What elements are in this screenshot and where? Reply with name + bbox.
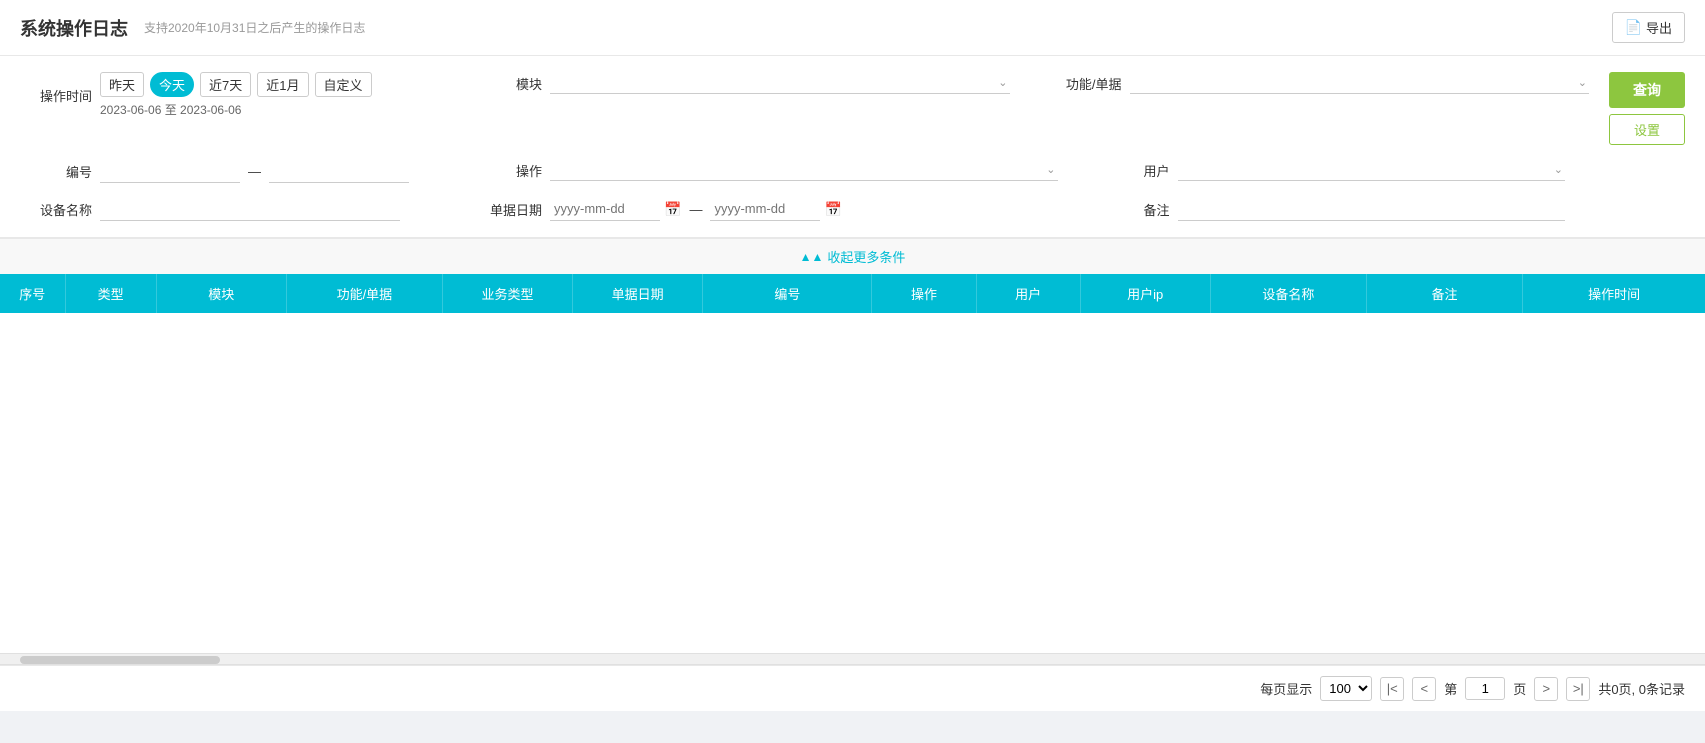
export-icon: 📄: [1625, 19, 1642, 36]
collapse-icon: ▲▲: [800, 250, 824, 264]
code-label: 编号: [20, 162, 100, 181]
operation-filter-block: 操作 ⌄: [470, 159, 1058, 181]
pagination-bar: 每页显示 100 50 200 |< < 第 页 > >| 共0页, 0条记录: [0, 665, 1705, 711]
page-subtitle: 支持2020年10月31日之后产生的操作日志: [144, 19, 365, 36]
code-filter-block: 编号 —: [20, 159, 470, 183]
time-filter-block: 操作时间 昨天 今天 近7天 近1月 自定义 2023-06-06 至 2023…: [20, 72, 470, 118]
page-label: 第: [1444, 679, 1457, 698]
next-page-button[interactable]: >: [1534, 677, 1558, 701]
function-filter-block: 功能/单据 ⌄: [1010, 72, 1590, 94]
module-select[interactable]: ⌄: [550, 72, 1010, 94]
col-type: 类型: [65, 274, 156, 313]
col-remark: 备注: [1366, 274, 1522, 313]
query-button[interactable]: 查询: [1609, 72, 1685, 108]
time-buttons: 昨天 今天 近7天 近1月 自定义: [100, 72, 372, 97]
per-page-label: 每页显示: [1260, 679, 1312, 698]
user-select[interactable]: ⌄: [1178, 159, 1566, 181]
module-label: 模块: [470, 74, 550, 93]
page-suffix: 页: [1513, 679, 1526, 698]
empty-area: [0, 313, 1705, 653]
col-userip: 用户ip: [1080, 274, 1210, 313]
col-device: 设备名称: [1210, 274, 1366, 313]
time-btn-1month[interactable]: 近1月: [257, 72, 308, 97]
last-page-button[interactable]: >|: [1566, 677, 1590, 701]
device-input[interactable]: [100, 197, 400, 221]
page-input[interactable]: [1465, 677, 1505, 700]
export-button[interactable]: 📄 导出: [1612, 12, 1685, 43]
docdate-start[interactable]: [550, 197, 660, 221]
time-range-text: 2023-06-06 至 2023-06-06: [100, 101, 372, 118]
col-code: 编号: [703, 274, 872, 313]
time-label: 操作时间: [20, 86, 100, 105]
col-function: 功能/单据: [286, 274, 442, 313]
module-filter-block: 模块 ⌄: [470, 72, 1010, 94]
operation-chevron-icon: ⌄: [1046, 163, 1055, 176]
module-chevron-icon: ⌄: [998, 76, 1007, 89]
operation-select[interactable]: ⌄: [550, 159, 1058, 181]
prev-page-button[interactable]: <: [1412, 677, 1436, 701]
operation-label: 操作: [470, 161, 550, 180]
page-title: 系统操作日志: [20, 15, 128, 41]
col-docdate: 单据日期: [573, 274, 703, 313]
table-header: 序号 类型 模块 功能/单据 业务类型 单据日期 编号 操作 用户 用户ip 设…: [0, 274, 1705, 313]
total-info: 共0页, 0条记录: [1598, 679, 1685, 698]
device-label: 设备名称: [20, 200, 100, 219]
time-btn-custom[interactable]: 自定义: [315, 72, 372, 97]
remark-label: 备注: [1098, 200, 1178, 219]
docdate-end[interactable]: [710, 197, 820, 221]
time-btn-7days[interactable]: 近7天: [200, 72, 251, 97]
user-chevron-icon: ⌄: [1554, 163, 1563, 176]
docdate-label: 单据日期: [470, 200, 550, 219]
filter-panel: 操作时间 昨天 今天 近7天 近1月 自定义 2023-06-06 至 2023…: [0, 56, 1705, 238]
docdate-dash: —: [689, 202, 702, 217]
col-user: 用户: [976, 274, 1080, 313]
filter-row-2: 编号 — 操作 ⌄ 用户 ⌄: [20, 159, 1685, 183]
device-filter-block: 设备名称: [20, 197, 470, 221]
function-chevron-icon: ⌄: [1578, 76, 1587, 89]
table-container: 序号 类型 模块 功能/单据 业务类型 单据日期 编号 操作 用户 用户ip 设…: [0, 274, 1705, 653]
collapse-label: 收起更多条件: [827, 247, 905, 266]
data-table: 序号 类型 模块 功能/单据 业务类型 单据日期 编号 操作 用户 用户ip 设…: [0, 274, 1705, 313]
col-biztype: 业务类型: [442, 274, 572, 313]
calendar-end-icon[interactable]: 📅: [824, 201, 841, 218]
code-dash: —: [248, 164, 261, 179]
settings-button[interactable]: 设置: [1609, 114, 1685, 145]
collapse-bar[interactable]: ▲▲ 收起更多条件: [0, 238, 1705, 274]
user-label: 用户: [1098, 161, 1178, 180]
scrollbar-thumb[interactable]: [20, 656, 220, 664]
filter-row-3: 设备名称 单据日期 📅 — 📅 备注: [20, 197, 1685, 221]
col-optime: 操作时间: [1523, 274, 1705, 313]
time-btn-today[interactable]: 今天: [150, 72, 194, 97]
col-module: 模块: [156, 274, 286, 313]
time-btn-yesterday[interactable]: 昨天: [100, 72, 144, 97]
col-operation: 操作: [872, 274, 976, 313]
action-buttons: 查询 设置: [1609, 72, 1685, 145]
page-header: 系统操作日志 支持2020年10月31日之后产生的操作日志 📄 导出: [0, 0, 1705, 56]
horizontal-scrollbar[interactable]: [0, 653, 1705, 665]
docdate-filter-block: 单据日期 📅 — 📅: [470, 197, 1058, 221]
code-input-start[interactable]: [100, 159, 240, 183]
export-label: 导出: [1646, 18, 1672, 37]
col-index: 序号: [0, 274, 65, 313]
remark-input[interactable]: [1178, 197, 1566, 221]
filter-row-1: 操作时间 昨天 今天 近7天 近1月 自定义 2023-06-06 至 2023…: [20, 72, 1685, 145]
user-filter-block: 用户 ⌄: [1058, 159, 1686, 181]
first-page-button[interactable]: |<: [1380, 677, 1404, 701]
code-input-end[interactable]: [269, 159, 409, 183]
per-page-select[interactable]: 100 50 200: [1320, 676, 1372, 701]
remark-filter-block: 备注: [1058, 197, 1686, 221]
function-label: 功能/单据: [1050, 74, 1130, 93]
calendar-start-icon[interactable]: 📅: [664, 201, 681, 218]
function-select[interactable]: ⌄: [1130, 72, 1590, 94]
